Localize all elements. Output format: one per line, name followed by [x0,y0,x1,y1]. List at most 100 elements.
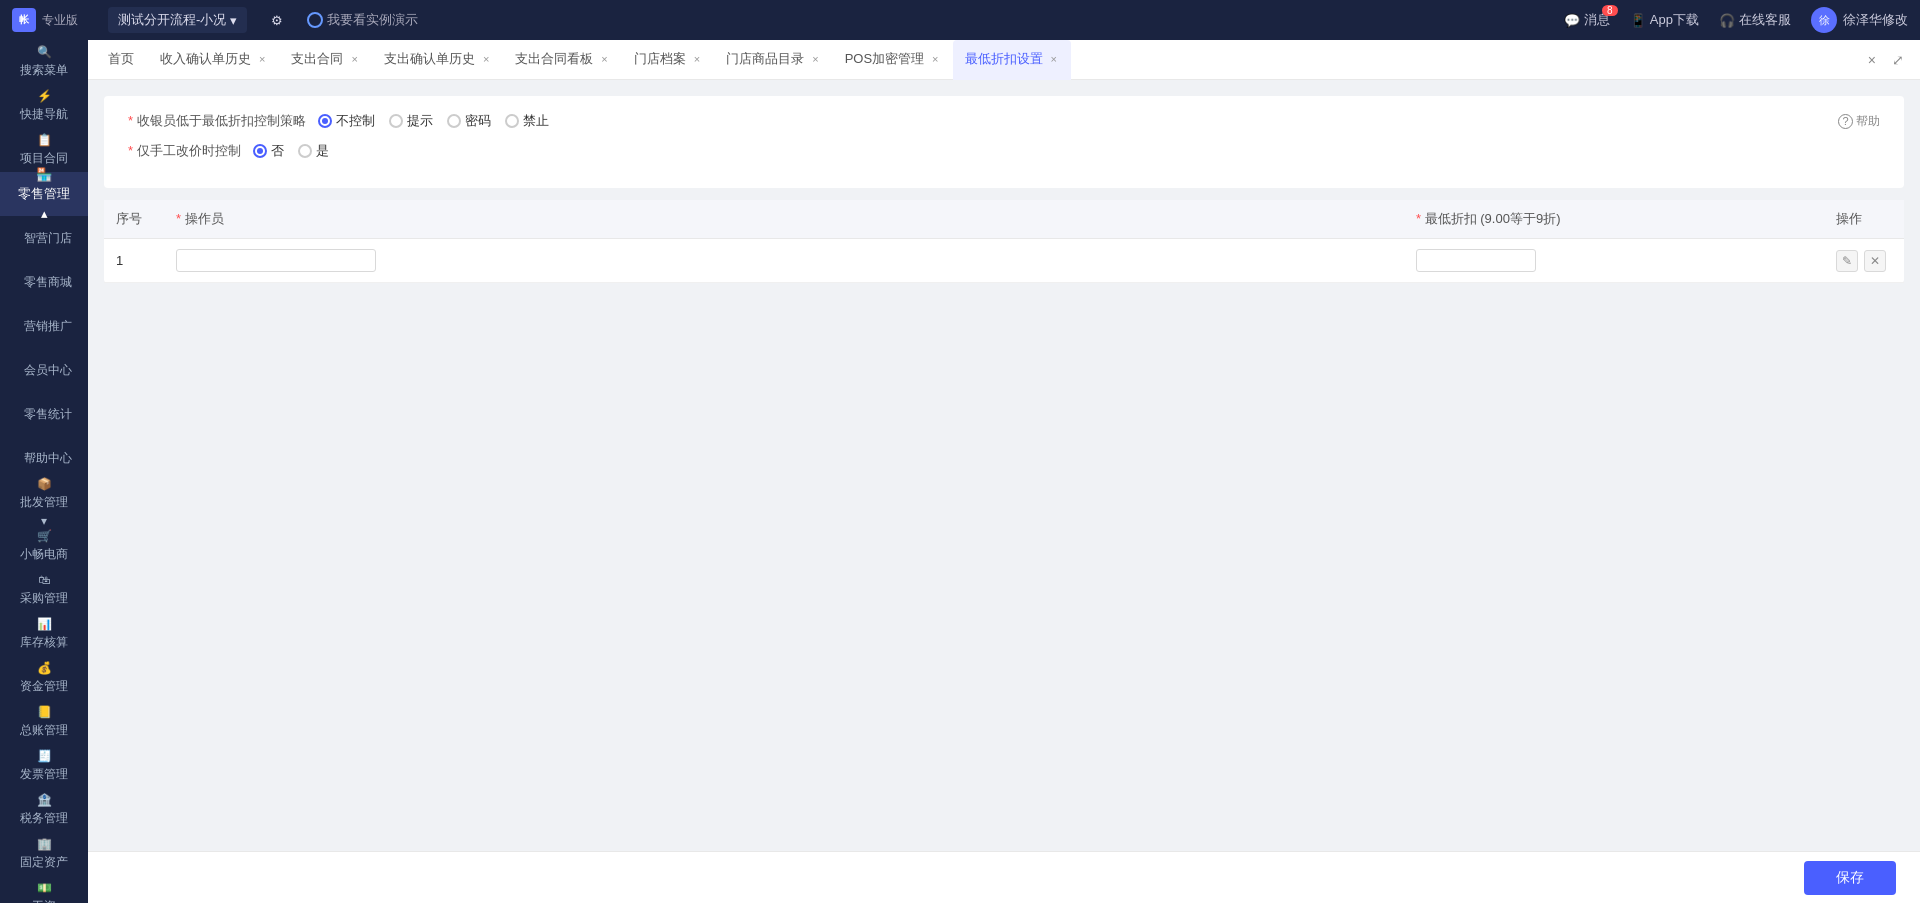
tab-payment-board[interactable]: 支出合同看板 × [503,40,621,80]
sidebar-item-search[interactable]: 🔍 搜索菜单 [0,40,88,84]
tab-payment-history[interactable]: 支出确认单历史 × [372,40,503,80]
sidebar-label-member: 会员中心 [24,362,72,379]
sidebar-item-member[interactable]: 会员中心 [0,348,88,392]
manual-price-label: 仅手工改价时控制 [128,142,241,160]
sidebar-label-retail-mall: 零售商城 [24,274,72,291]
tab-min-discount-close[interactable]: × [1049,52,1059,66]
sidebar-label-payroll: 工资 [32,898,56,903]
tab-pos-password-label: POS加密管理 [845,50,924,68]
user-name: 徐泽华修改 [1843,11,1908,29]
sidebar-item-project[interactable]: 📋 项目合同 [0,128,88,172]
app-download-btn[interactable]: 📱 App下载 [1630,11,1699,29]
table-header-row: 序号 操作员 最低折扣 (9.00等于9折) 操作 [104,200,1904,239]
page-content: 收银员低于最低折扣控制策略 不控制 提示 [88,80,1920,851]
sidebar-item-marketing[interactable]: 营销推广 [0,304,88,348]
tab-payment-contract[interactable]: 支出合同 × [279,40,371,80]
tab-store-file-close[interactable]: × [692,52,702,66]
tab-payment-history-close[interactable]: × [481,52,491,66]
sidebar-label-smart-store: 智营门店 [24,230,72,247]
customer-service-btn[interactable]: 🎧 在线客服 [1719,11,1791,29]
sidebar-item-help[interactable]: 帮助中心 [0,436,88,480]
user-menu[interactable]: 徐 徐泽华修改 [1811,7,1908,33]
sidebar-item-retail-mall[interactable]: 零售商城 [0,260,88,304]
sidebar-item-shortcut[interactable]: ⚡ 快捷导航 [0,84,88,128]
option-password[interactable]: 密码 [447,112,491,130]
discount-table: 序号 操作员 最低折扣 (9.00等于9折) 操作 [104,200,1904,283]
sidebar-item-retail-stats[interactable]: 零售统计 [0,392,88,436]
radio-no-control[interactable] [318,114,332,128]
sidebar-item-purchase[interactable]: 🛍 采购管理 [0,568,88,612]
help-label: 帮助 [1856,113,1880,130]
tab-pos-password-close[interactable]: × [930,52,940,66]
radio-forbid[interactable] [505,114,519,128]
demo-icon [307,12,323,28]
delete-row-btn[interactable]: ✕ [1864,250,1886,272]
manual-no[interactable]: 否 [253,142,284,160]
sidebar-item-payroll[interactable]: 💵 工资 [0,876,88,903]
tab-payment-board-close[interactable]: × [599,52,609,66]
project-name: 测试分开流程-小况 [118,11,226,29]
sidebar-label-purchase: 采购管理 [20,590,68,607]
sidebar-item-inventory[interactable]: 📊 库存核算 [0,612,88,656]
tab-payment-board-label: 支出合同看板 [515,50,593,68]
sidebar-item-ledger[interactable]: 📒 总账管理 [0,700,88,744]
tab-pos-password[interactable]: POS加密管理 × [833,40,953,80]
demo-link[interactable]: 我要看实例演示 [307,11,418,29]
sidebar-item-smart-store[interactable]: 智营门店 [0,216,88,260]
col-header-operator: 操作员 [164,200,1404,239]
radio-manual-yes[interactable] [298,144,312,158]
option-prompt[interactable]: 提示 [389,112,433,130]
purchase-icon: 🛍 [38,573,50,587]
discount-input[interactable] [1416,249,1536,272]
tab-store-goods-close[interactable]: × [810,52,820,66]
sidebar-item-assets[interactable]: 🏢 固定资产 [0,832,88,876]
inventory-icon: 📊 [37,617,52,631]
manual-yes[interactable]: 是 [298,142,329,160]
content-area: 首页 收入确认单历史 × 支出合同 × 支出确认单历史 × 支出合同看板 × 门… [88,40,1920,903]
option-forbid[interactable]: 禁止 [505,112,549,130]
assets-icon: 🏢 [37,837,52,851]
tab-expand-btn[interactable]: ⤢ [1888,50,1908,70]
customer-service-label: 在线客服 [1739,11,1791,29]
sidebar-item-wholesale[interactable]: 📦 批发管理 [0,480,88,524]
tab-payment-contract-close[interactable]: × [349,52,359,66]
tab-store-file[interactable]: 门店档案 × [622,40,714,80]
sidebar-item-invoice[interactable]: 🧾 发票管理 [0,744,88,788]
sidebar-item-ecommerce[interactable]: 🛒 小畅电商 [0,524,88,568]
save-button[interactable]: 保存 [1804,861,1896,895]
app-icon: 📱 [1630,13,1646,28]
tab-home[interactable]: 首页 [94,40,148,80]
edit-row-btn[interactable]: ✎ [1836,250,1858,272]
tax-icon: 🏦 [37,793,52,807]
radio-manual-no[interactable] [253,144,267,158]
edit-icon: ✎ [1842,254,1852,268]
tab-store-goods[interactable]: 门店商品目录 × [714,40,832,80]
row-actions: ✎ ✕ [1836,250,1892,272]
tab-payment-contract-label: 支出合同 [291,50,343,68]
messages-btn[interactable]: 💬 消息 8 [1564,11,1610,29]
app-logo: 帐 专业版 [12,8,92,32]
tab-min-discount[interactable]: 最低折扣设置 × [953,40,1071,80]
tab-home-label: 首页 [108,50,134,68]
sidebar-item-tax[interactable]: 🏦 税务管理 [0,788,88,832]
manual-no-label: 否 [271,142,284,160]
tab-income-history[interactable]: 收入确认单历史 × [148,40,279,80]
sidebar-label-shortcut: 快捷导航 [20,106,68,123]
help-link[interactable]: ? 帮助 [1838,113,1880,130]
sidebar-item-retail[interactable]: 🏪 零售管理 [0,172,88,216]
radio-password[interactable] [447,114,461,128]
delete-icon: ✕ [1870,254,1880,268]
operator-input[interactable] [176,249,376,272]
option-no-control-label: 不控制 [336,112,375,130]
option-no-control[interactable]: 不控制 [318,112,375,130]
project-dropdown-icon [230,13,237,28]
sidebar-label-project: 项目合同 [20,150,68,167]
tab-income-history-close[interactable]: × [257,52,267,66]
radio-prompt[interactable] [389,114,403,128]
project-selector[interactable]: 测试分开流程-小况 [108,7,247,33]
settings-btn[interactable] [263,9,291,32]
sidebar-item-finance[interactable]: 💰 资金管理 [0,656,88,700]
tab-income-history-label: 收入确认单历史 [160,50,251,68]
tab-close-btn[interactable]: × [1864,50,1880,70]
logo-icon: 帐 [12,8,36,32]
